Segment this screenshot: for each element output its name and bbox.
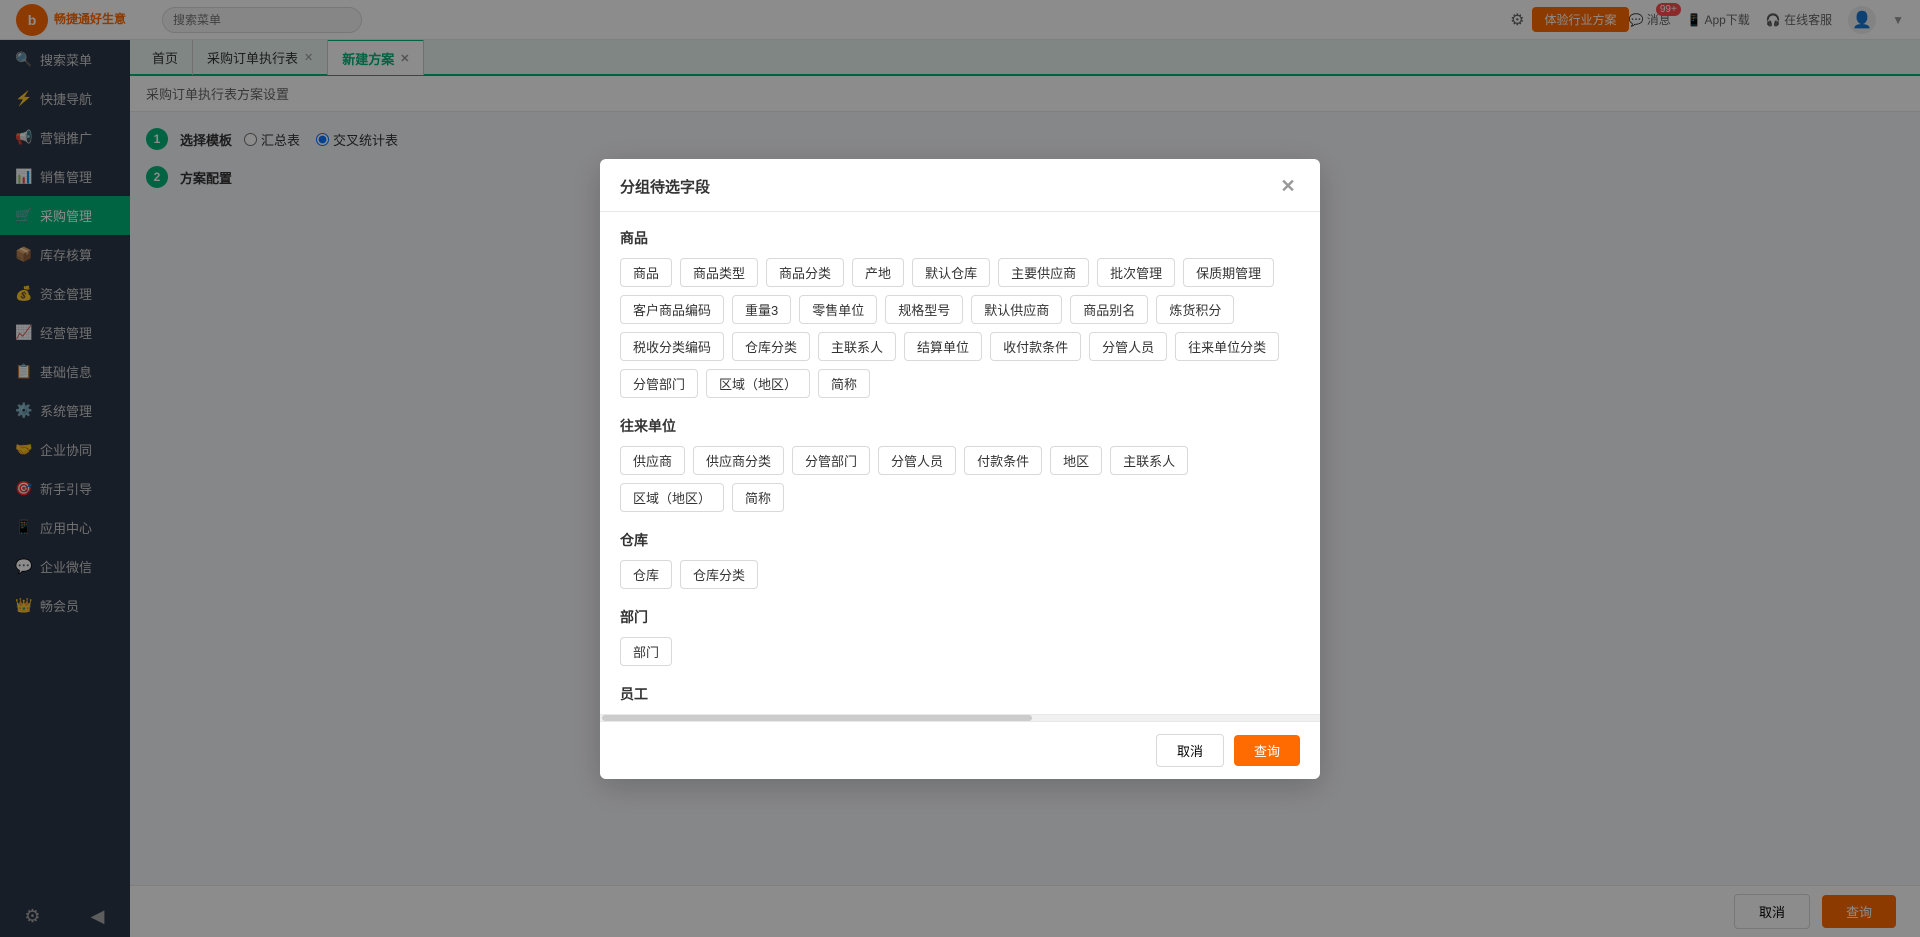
field-select-modal: 分组待选字段 ✕ 商品商品商品类型商品分类产地默认仓库主要供应商批次管理保质期管… <box>600 159 1320 779</box>
field-tag[interactable]: 简称 <box>818 369 870 398</box>
field-tag[interactable]: 商品类型 <box>680 258 758 287</box>
section-department: 部门部门 <box>620 607 1300 666</box>
field-tag[interactable]: 主联系人 <box>1110 446 1188 475</box>
field-tags-department: 部门 <box>620 637 1300 666</box>
field-tag[interactable]: 仓库分类 <box>680 560 758 589</box>
field-tag[interactable]: 商品分类 <box>766 258 844 287</box>
field-tag[interactable]: 部门 <box>620 637 672 666</box>
section-warehouse: 仓库仓库仓库分类 <box>620 530 1300 589</box>
field-tag[interactable]: 分管部门 <box>620 369 698 398</box>
modal-header: 分组待选字段 ✕ <box>600 159 1320 212</box>
field-tag[interactable]: 往来单位分类 <box>1175 332 1279 361</box>
field-tags-product: 商品商品类型商品分类产地默认仓库主要供应商批次管理保质期管理客户商品编码重量3 零… <box>620 258 1300 398</box>
field-tag[interactable]: 分管部门 <box>792 446 870 475</box>
field-tag[interactable]: 供应商 <box>620 446 685 475</box>
field-tag[interactable]: 仓库 <box>620 560 672 589</box>
field-tag[interactable]: 商品 <box>620 258 672 287</box>
field-tag[interactable]: 税收分类编码 <box>620 332 724 361</box>
field-tag[interactable]: 重量3 <box>732 295 791 324</box>
field-tag[interactable]: 规格型号 <box>885 295 963 324</box>
field-tag[interactable]: 结算单位 <box>904 332 982 361</box>
field-tag[interactable]: 分管人员 <box>1089 332 1167 361</box>
field-tag[interactable]: 默认供应商 <box>971 295 1062 324</box>
field-tags-warehouse: 仓库仓库分类 <box>620 560 1300 589</box>
field-tag[interactable]: 主要供应商 <box>998 258 1089 287</box>
section-title-partner: 往来单位 <box>620 416 1300 436</box>
modal-close-button[interactable]: ✕ <box>1276 175 1300 199</box>
field-tag[interactable]: 零售单位 <box>799 295 877 324</box>
field-tag[interactable]: 简称 <box>732 483 784 512</box>
modal-footer: 取消 查询 <box>600 721 1320 779</box>
field-tag[interactable]: 保质期管理 <box>1183 258 1274 287</box>
field-tag[interactable]: 客户商品编码 <box>620 295 724 324</box>
field-tag[interactable]: 默认仓库 <box>912 258 990 287</box>
modal-cancel-button[interactable]: 取消 <box>1156 734 1224 767</box>
field-tag[interactable]: 供应商分类 <box>693 446 784 475</box>
field-tag[interactable]: 地区 <box>1050 446 1102 475</box>
modal-body: 商品商品商品类型商品分类产地默认仓库主要供应商批次管理保质期管理客户商品编码重量… <box>600 212 1320 714</box>
field-tag[interactable]: 收付款条件 <box>990 332 1081 361</box>
field-tag[interactable]: 分管人员 <box>878 446 956 475</box>
section-partner: 往来单位供应商供应商分类分管部门分管人员付款条件地区主联系人区域（地区） 简称 <box>620 416 1300 512</box>
section-product: 商品商品商品类型商品分类产地默认仓库主要供应商批次管理保质期管理客户商品编码重量… <box>620 228 1300 398</box>
field-tag[interactable]: 炼货积分 <box>1156 295 1234 324</box>
field-tag[interactable]: 主联系人 <box>818 332 896 361</box>
modal-overlay: 分组待选字段 ✕ 商品商品商品类型商品分类产地默认仓库主要供应商批次管理保质期管… <box>0 0 1920 937</box>
modal-confirm-button[interactable]: 查询 <box>1234 735 1300 766</box>
field-tag[interactable]: 商品别名 <box>1070 295 1148 324</box>
section-title-product: 商品 <box>620 228 1300 248</box>
field-tag[interactable]: 区域（地区） <box>620 483 724 512</box>
section-employee: 员工业务员 <box>620 684 1300 714</box>
section-title-warehouse: 仓库 <box>620 530 1300 550</box>
field-tag[interactable]: 批次管理 <box>1097 258 1175 287</box>
modal-title: 分组待选字段 <box>620 176 710 197</box>
modal-scrollbar <box>600 714 1320 721</box>
field-tag[interactable]: 产地 <box>852 258 904 287</box>
field-tag[interactable]: 付款条件 <box>964 446 1042 475</box>
field-tag[interactable]: 仓库分类 <box>732 332 810 361</box>
field-tags-partner: 供应商供应商分类分管部门分管人员付款条件地区主联系人区域（地区） 简称 <box>620 446 1300 512</box>
section-title-employee: 员工 <box>620 684 1300 704</box>
section-title-department: 部门 <box>620 607 1300 627</box>
field-tag[interactable]: 区域（地区） <box>706 369 810 398</box>
